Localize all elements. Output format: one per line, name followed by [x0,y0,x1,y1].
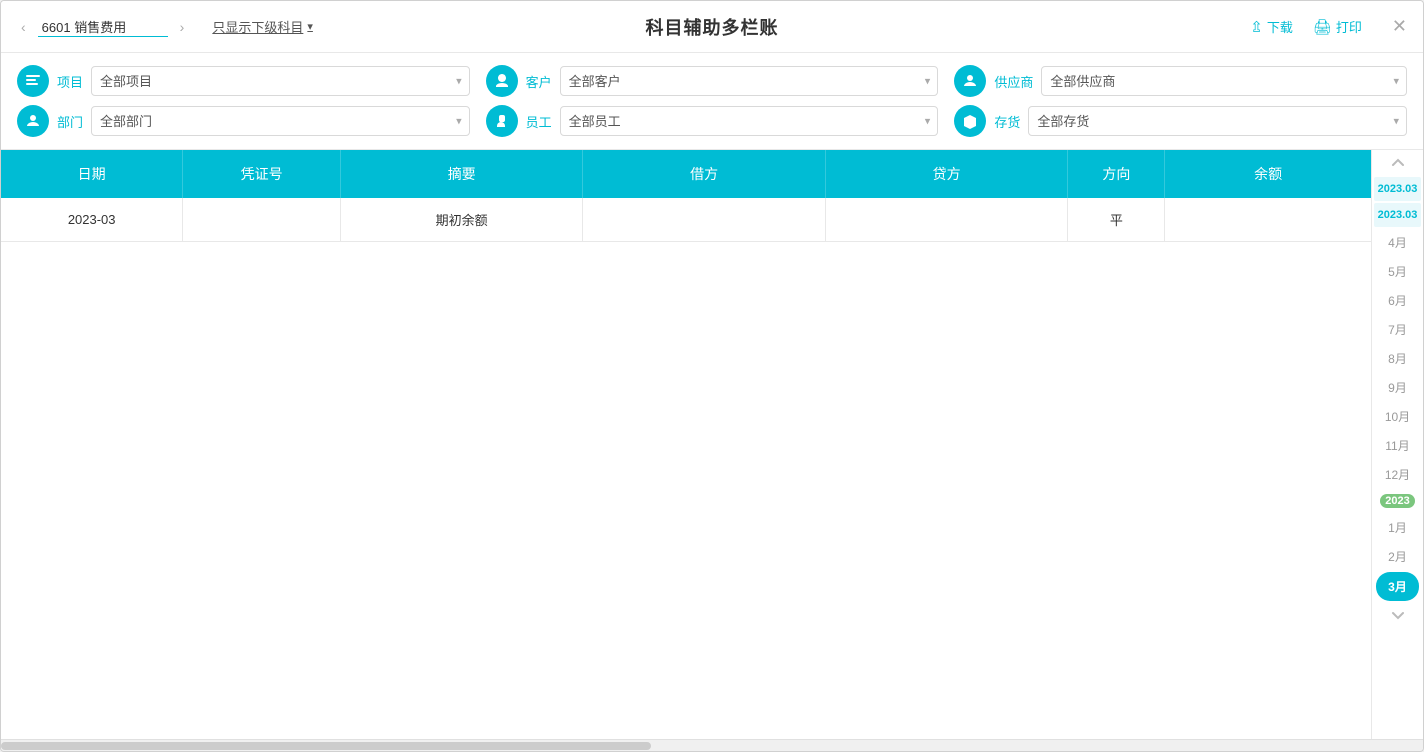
employee-select-wrapper: 全部员工 [560,106,939,136]
inventory-select[interactable]: 全部存货 [1028,106,1407,136]
filter-inventory: 存货 全部存货 [954,105,1407,137]
department-select[interactable]: 全部部门 [91,106,470,136]
cell-credit [825,198,1067,242]
project-icon [17,65,49,97]
inventory-label: 存货 [994,112,1020,131]
department-label: 部门 [57,112,83,131]
print-icon: 🖨 [1313,18,1332,36]
filter-customer: 客户 全部客户 [486,65,939,97]
supplier-icon [954,65,986,97]
project-label: 项目 [57,72,83,91]
prev-account-button[interactable]: ‹ [17,17,30,37]
horizontal-scrollbar[interactable] [1,739,1423,751]
timeline-item-4[interactable]: 4月 [1372,228,1423,257]
cell-balance [1165,198,1371,242]
col-header-date: 日期 [1,150,183,198]
account-code-input[interactable] [38,17,168,37]
show-sub-label: 只显示下级科目 [212,17,303,36]
timeline-item-2[interactable]: 2月 [1372,542,1423,571]
cell-date: 2023-03 [1,198,183,242]
cell-debit [583,198,825,242]
side-timeline: 2023.03 2023.03 4月 5月 6月 7月 8月 9月 10月 11… [1371,150,1423,739]
col-header-direction: 方向 [1068,150,1165,198]
download-label: 下载 [1267,17,1293,36]
filter-employee: 员工 全部员工 [486,105,939,137]
timeline-item-1[interactable]: 1月 [1372,513,1423,542]
cell-direction: 平 [1068,198,1165,242]
cell-voucher [183,198,341,242]
year-badge-2023: 2023 [1380,492,1414,510]
col-header-summary: 摘要 [340,150,582,198]
filter-project: 项目 全部项目 [17,65,470,97]
timeline-item-7[interactable]: 7月 [1372,315,1423,344]
supplier-select[interactable]: 全部供应商 [1041,66,1407,96]
timeline-item-3-active[interactable]: 3月 [1376,572,1419,601]
close-button[interactable]: ✕ [1392,16,1407,37]
next-account-button[interactable]: › [176,17,189,37]
print-label: 打印 [1336,17,1362,36]
timeline-item-11[interactable]: 11月 [1372,431,1423,460]
download-icon: ⇫ [1250,18,1263,36]
timeline-up-button[interactable] [1372,150,1423,176]
customer-select-wrapper: 全部客户 [560,66,939,96]
inventory-select-wrapper: 全部存货 [1028,106,1407,136]
table-main[interactable]: 日期 凭证号 摘要 借方 贷方 方向 余额 2023-03 期初余额 [1,150,1371,739]
table-header-row: 日期 凭证号 摘要 借方 贷方 方向 余额 [1,150,1371,198]
cell-summary: 期初余额 [340,198,582,242]
scrollbar-thumb[interactable] [1,742,651,750]
customer-label: 客户 [526,72,552,91]
table-row: 2023-03 期初余额 平 [1,198,1371,242]
col-header-voucher: 凭证号 [183,150,341,198]
table-container: 日期 凭证号 摘要 借方 贷方 方向 余额 2023-03 期初余额 [1,150,1423,739]
timeline-item-2023-03-header2[interactable]: 2023.03 [1374,203,1421,227]
timeline-item-5[interactable]: 5月 [1372,257,1423,286]
page-title: 科目辅助多栏账 [646,14,779,40]
timeline-item-9[interactable]: 9月 [1372,373,1423,402]
title-bar-right: ⇫ 下载 🖨 打印 ✕ [1250,16,1407,37]
filter-bar: 项目 全部项目 客户 全部客户 [1,53,1423,150]
col-header-balance: 余额 [1165,150,1371,198]
timeline-item-12[interactable]: 12月 [1372,460,1423,489]
project-select[interactable]: 全部项目 [91,66,470,96]
show-sub-dropdown[interactable]: 只显示下级科目 ▾ [212,17,313,36]
show-sub-arrow-icon: ▾ [307,20,313,33]
col-header-credit: 贷方 [825,150,1067,198]
project-select-wrapper: 全部项目 [91,66,470,96]
timeline-item-6[interactable]: 6月 [1372,286,1423,315]
timeline-item-8[interactable]: 8月 [1372,344,1423,373]
filter-supplier: 供应商 全部供应商 [954,65,1407,97]
supplier-label: 供应商 [994,72,1033,91]
employee-label: 员工 [526,112,552,131]
download-button[interactable]: ⇫ 下载 [1250,17,1293,36]
inventory-icon [954,105,986,137]
title-bar: ‹ › 只显示下级科目 ▾ 科目辅助多栏账 ⇫ 下载 🖨 打印 ✕ [1,1,1423,53]
employee-icon [486,105,518,137]
customer-select[interactable]: 全部客户 [560,66,939,96]
supplier-select-wrapper: 全部供应商 [1041,66,1407,96]
timeline-item-2023-03-header1[interactable]: 2023.03 [1374,177,1421,201]
department-icon [17,105,49,137]
timeline-down-button[interactable] [1372,602,1423,628]
timeline-item-10[interactable]: 10月 [1372,402,1423,431]
title-bar-left: ‹ › 只显示下级科目 ▾ [17,17,313,37]
print-button[interactable]: 🖨 打印 [1313,17,1362,36]
employee-select[interactable]: 全部员工 [560,106,939,136]
customer-icon [486,65,518,97]
col-header-debit: 借方 [583,150,825,198]
filter-department: 部门 全部部门 [17,105,470,137]
department-select-wrapper: 全部部门 [91,106,470,136]
main-window: ‹ › 只显示下级科目 ▾ 科目辅助多栏账 ⇫ 下载 🖨 打印 ✕ [0,0,1424,752]
ledger-table: 日期 凭证号 摘要 借方 贷方 方向 余额 2023-03 期初余额 [1,150,1371,242]
